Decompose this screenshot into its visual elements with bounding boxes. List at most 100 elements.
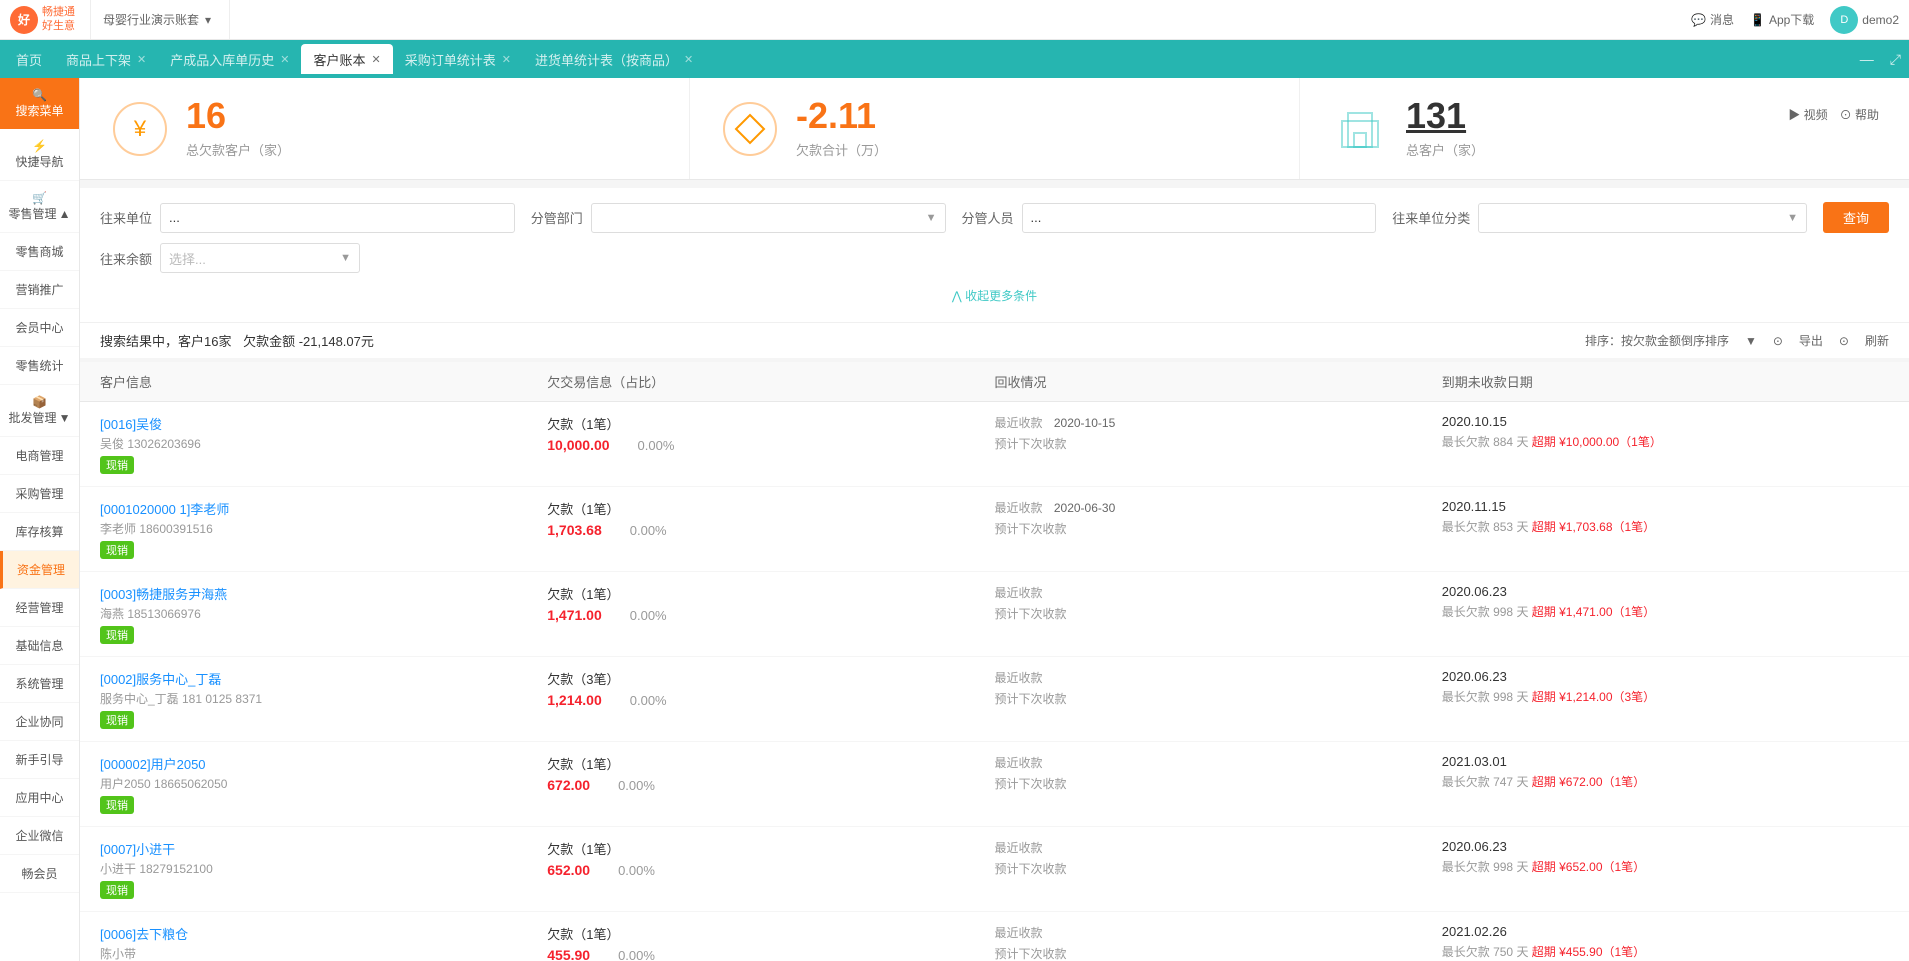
tab-purchase-stat[interactable]: 进货单统计表（按商品） ✕ (523, 44, 705, 74)
due-info-4: 2021.03.01 最长欠款 747 天 超期 ¥672.00（1笔） (1442, 754, 1889, 790)
sidebar-item-member-vip[interactable]: 畅会员 (0, 855, 79, 893)
overdue-link-6[interactable]: 超期 ¥455.90（1笔） (1532, 945, 1645, 959)
filter-row-2: 往来余额 选择... ▼ (100, 243, 1889, 273)
collect-info-0: 最近收款 2020-10-15 预计下次收款 (995, 414, 1442, 452)
customer-name-4[interactable]: [000002]用户2050 (100, 754, 547, 773)
result-info: 搜索结果中，客户16家 欠款金额 -21,148.07元 排序：按欠款金额倒序排… (80, 322, 1909, 358)
sidebar-item-quick-nav[interactable]: ⚡ 快捷导航 (0, 129, 79, 181)
tab-customer-account-close[interactable]: ✕ (372, 53, 381, 66)
sys-mgmt-label: 系统管理 (6, 675, 73, 692)
department-select[interactable]: ▼ (591, 203, 946, 233)
sidebar-item-retail-mall[interactable]: 零售商城 (0, 233, 79, 271)
sidebar-item-purchase-mgmt[interactable]: 采购管理 (0, 475, 79, 513)
chevron-icon: ▲ (59, 207, 71, 221)
message-label: 消息 (1710, 11, 1734, 28)
user-menu[interactable]: D demo2 (1830, 6, 1899, 34)
customer-name-2[interactable]: [0003]畅捷服务尹海燕 (100, 584, 547, 603)
tab-home[interactable]: 首页 (4, 44, 54, 74)
collapse-button[interactable]: ⋀ 收起更多条件 (100, 283, 1889, 308)
unit-category-select[interactable]: ▼ (1478, 203, 1807, 233)
sidebar-item-enterprise[interactable]: 企业协同 (0, 703, 79, 741)
tab-products-close[interactable]: ✕ (137, 53, 146, 66)
sidebar-item-retail-stat[interactable]: 零售统计 (0, 347, 79, 385)
brand-name: 母婴行业演示账套 (103, 11, 199, 28)
avatar: D (1830, 6, 1858, 34)
search-button[interactable]: 查询 (1823, 202, 1889, 233)
refresh-button[interactable]: 刷新 (1865, 332, 1889, 349)
sidebar-item-marketing[interactable]: 营销推广 (0, 271, 79, 309)
col-header-due: 到期未收款日期 (1442, 372, 1889, 391)
sidebar-item-enterprise-wechat[interactable]: 企业微信 (0, 817, 79, 855)
tab-customer-account[interactable]: 客户账本 ✕ (301, 44, 392, 74)
maximize-icon[interactable]: ⤢ (1886, 47, 1905, 72)
overdue-link-1[interactable]: 超期 ¥1,703.68（1笔） (1532, 520, 1655, 534)
overdue-customers-label: 总欠款客户（家） (186, 140, 659, 159)
customer-tag-0: 现销 (100, 456, 134, 474)
manager-label: 分管人员 (962, 208, 1014, 227)
brand-selector[interactable]: 母婴行业演示账套 ▾ (90, 0, 230, 39)
debt-percent-5: 0.00% (618, 863, 655, 878)
overdue-link-0[interactable]: 超期 ¥10,000.00（1笔） (1532, 435, 1662, 449)
filter-manager: 分管人员 ... (962, 203, 1377, 233)
sidebar-item-finance[interactable]: 资金管理 (0, 551, 79, 589)
customer-tag-2: 现销 (100, 626, 134, 644)
sidebar-item-member-center[interactable]: 会员中心 (0, 309, 79, 347)
sidebar-item-inventory[interactable]: 库存核算 (0, 513, 79, 551)
debt-amount-5: 652.00 (547, 862, 590, 878)
sidebar-item-sys-mgmt[interactable]: 系统管理 (0, 665, 79, 703)
recent-collect-3: 最近收款 (995, 669, 1442, 686)
app-download-button[interactable]: 📱 App下载 (1750, 11, 1814, 28)
tab-production[interactable]: 产成品入库单历史 ✕ (158, 44, 301, 74)
collect-info-3: 最近收款 预计下次收款 (995, 669, 1442, 707)
overdue-link-3[interactable]: 超期 ¥1,214.00（3笔） (1532, 690, 1655, 704)
tab-purchase-order-close[interactable]: ✕ (502, 53, 511, 66)
tab-purchase-stat-close[interactable]: ✕ (684, 53, 693, 66)
customer-name-1[interactable]: [0001020000 1]李老师 (100, 499, 547, 518)
view-video-button[interactable]: ▶ 视频 (1788, 106, 1827, 123)
stat-card-overdue-amount: -2.11 欠款合计（万） (690, 78, 1300, 179)
recent-collect-1: 最近收款 2020-06-30 (995, 499, 1442, 516)
result-amount: 欠款金额 -21,148.07元 (243, 334, 374, 349)
overdue-days-4: 最长欠款 747 天 超期 ¥672.00（1笔） (1442, 773, 1889, 790)
due-info-5: 2020.06.23 最长欠款 998 天 超期 ¥652.00（1笔） (1442, 839, 1889, 875)
overdue-link-4[interactable]: 超期 ¥672.00（1笔） (1532, 775, 1645, 789)
recent-collect-5: 最近收款 (995, 839, 1442, 856)
collect-info-1: 最近收款 2020-06-30 预计下次收款 (995, 499, 1442, 537)
export-button[interactable]: 导出 (1799, 332, 1823, 349)
table-row: [0001020000 1]李老师 李老师 18600391516 现销 欠款（… (80, 487, 1909, 572)
sidebar-item-basic-info[interactable]: 基础信息 (0, 627, 79, 665)
result-actions: 排序：按欠款金额倒序排序 ▼ ⊙ 导出 ⊙ 刷新 (1585, 332, 1889, 349)
message-button[interactable]: 💬 消息 (1691, 11, 1734, 28)
sidebar-item-new-guide[interactable]: 新手引导 (0, 741, 79, 779)
debt-amount-4: 672.00 (547, 777, 590, 793)
table-row: [0003]畅捷服务尹海燕 海燕 18513066976 现销 欠款（1笔） 1… (80, 572, 1909, 657)
manager-input[interactable]: ... (1022, 203, 1377, 233)
tab-products[interactable]: 商品上下架 ✕ (54, 44, 158, 74)
due-date-5: 2020.06.23 (1442, 839, 1889, 854)
help-button[interactable]: ⊙ 帮助 (1840, 106, 1879, 123)
due-date-4: 2021.03.01 (1442, 754, 1889, 769)
sidebar-item-app-center[interactable]: 应用中心 (0, 779, 79, 817)
sidebar-item-ecommerce[interactable]: 电商管理 (0, 437, 79, 475)
customer-tag-3: 现销 (100, 711, 134, 729)
due-info-3: 2020.06.23 最长欠款 998 天 超期 ¥1,214.00（3笔） (1442, 669, 1889, 705)
sidebar-item-business-mgmt[interactable]: 经营管理 (0, 589, 79, 627)
debt-count-3: 欠款（3笔） (547, 669, 994, 688)
source-unit-input[interactable]: ... (160, 203, 515, 233)
customer-name-0[interactable]: [0016]吴俊 (100, 414, 547, 433)
sidebar-item-retail-mgmt[interactable]: 🛒 零售管理 ▲ (0, 181, 79, 233)
due-date-0: 2020.10.15 (1442, 414, 1889, 429)
customer-name-5[interactable]: [0007]小进干 (100, 839, 547, 858)
username: demo2 (1862, 13, 1899, 27)
overdue-link-2[interactable]: 超期 ¥1,471.00（1笔） (1532, 605, 1655, 619)
customer-name-6[interactable]: [0006]去下粮仓 (100, 924, 547, 943)
member-center-label: 会员中心 (6, 319, 73, 336)
overdue-link-5[interactable]: 超期 ¥652.00（1笔） (1532, 860, 1645, 874)
customer-name-3[interactable]: [0002]服务中心_丁磊 (100, 669, 547, 688)
tab-production-close[interactable]: ✕ (280, 53, 289, 66)
sidebar-item-batch-mgmt[interactable]: 📦 批发管理 ▼ (0, 385, 79, 437)
tab-purchase-order[interactable]: 采购订单统计表 ✕ (393, 44, 523, 74)
sidebar-item-search-menu[interactable]: 🔍 搜索菜单 (0, 78, 79, 129)
minimize-icon[interactable]: — (1856, 47, 1878, 71)
balance-select[interactable]: 选择... ▼ (160, 243, 360, 273)
